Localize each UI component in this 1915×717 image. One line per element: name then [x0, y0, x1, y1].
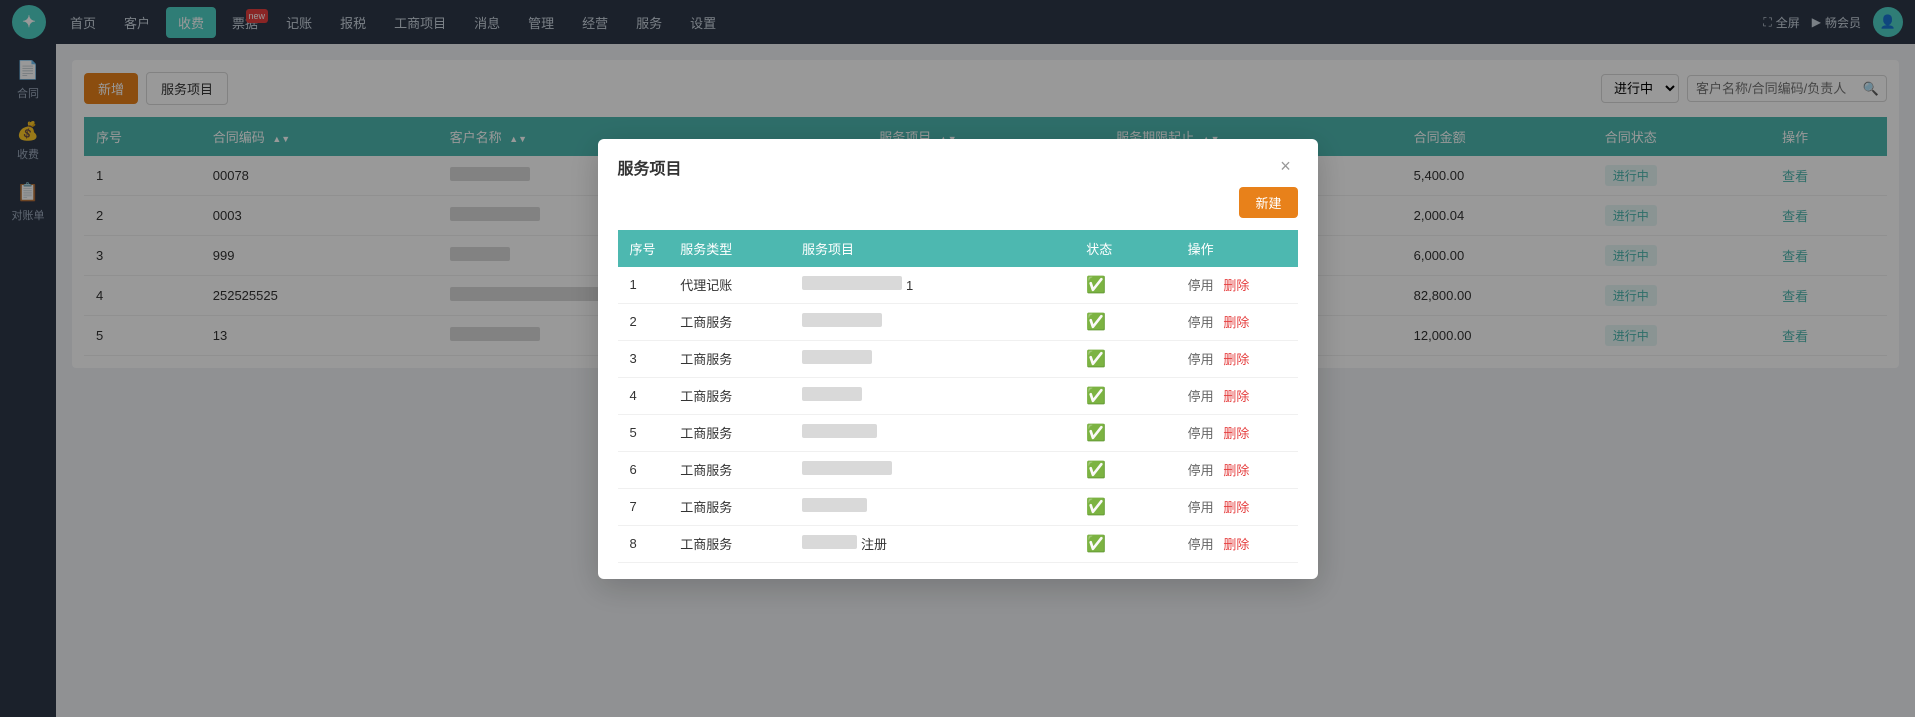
modal-cell-type: 工商服务	[668, 525, 790, 562]
modal-cell-status: ✅	[1074, 451, 1175, 488]
delete-button[interactable]: 删除	[1223, 463, 1249, 478]
modal-cell-status: ✅	[1074, 488, 1175, 525]
modal-cell-num: 3	[618, 340, 669, 377]
modal-cell-type: 代理记账	[668, 267, 790, 304]
modal-col-item: 服务项目	[790, 230, 1074, 267]
modal-cell-type: 工商服务	[668, 303, 790, 340]
modal-cell-type: 工商服务	[668, 414, 790, 451]
modal-cell-action: 停用 删除	[1176, 488, 1298, 525]
modal-col-type: 服务类型	[668, 230, 790, 267]
modal-table-row: 1 代理记账 1 ✅ 停用 删除	[618, 267, 1298, 304]
modal-cell-action: 停用 删除	[1176, 451, 1298, 488]
modal-title: 服务项目	[618, 155, 682, 179]
status-check-icon: ✅	[1086, 536, 1106, 553]
status-check-icon: ✅	[1086, 462, 1106, 479]
stop-button[interactable]: 停用	[1188, 537, 1214, 552]
delete-button[interactable]: 删除	[1223, 352, 1249, 367]
modal-cell-item	[790, 414, 1074, 451]
modal-cell-status: ✅	[1074, 414, 1175, 451]
stop-button[interactable]: 停用	[1188, 426, 1214, 441]
modal-table-row: 2 工商服务 ✅ 停用 删除	[618, 303, 1298, 340]
stop-button[interactable]: 停用	[1188, 389, 1214, 404]
modal-table-row: 5 工商服务 ✅ 停用 删除	[618, 414, 1298, 451]
modal-cell-type: 工商服务	[668, 451, 790, 488]
status-check-icon: ✅	[1086, 425, 1106, 442]
modal-cell-action: 停用 删除	[1176, 303, 1298, 340]
status-check-icon: ✅	[1086, 277, 1106, 294]
status-check-icon: ✅	[1086, 314, 1106, 331]
modal-cell-status: ✅	[1074, 267, 1175, 304]
modal-toolbar: 新建	[598, 187, 1318, 230]
modal-cell-item: 1	[790, 267, 1074, 304]
modal-cell-num: 6	[618, 451, 669, 488]
modal-cell-item	[790, 377, 1074, 414]
modal-table-row: 8 工商服务 注册 ✅ 停用 删除	[618, 525, 1298, 562]
modal-col-num: 序号	[618, 230, 669, 267]
modal-cell-type: 工商服务	[668, 377, 790, 414]
modal-cell-num: 7	[618, 488, 669, 525]
modal-cell-status: ✅	[1074, 303, 1175, 340]
modal-cell-num: 1	[618, 267, 669, 304]
modal-header: 服务项目 ×	[598, 139, 1318, 187]
modal-cell-item	[790, 451, 1074, 488]
modal-new-button[interactable]: 新建	[1239, 187, 1297, 218]
delete-button[interactable]: 删除	[1223, 500, 1249, 515]
stop-button[interactable]: 停用	[1188, 278, 1214, 293]
modal-body: 序号 服务类型 服务项目 状态 操作 1 代理记账 1 ✅ 停用 删除 2 工商…	[598, 230, 1318, 579]
status-check-icon: ✅	[1086, 388, 1106, 405]
stop-button[interactable]: 停用	[1188, 500, 1214, 515]
modal-cell-action: 停用 删除	[1176, 267, 1298, 304]
modal-table-row: 3 工商服务 ✅ 停用 删除	[618, 340, 1298, 377]
modal-cell-status: ✅	[1074, 525, 1175, 562]
modal-cell-num: 4	[618, 377, 669, 414]
status-check-icon: ✅	[1086, 499, 1106, 516]
modal-table-row: 6 工商服务 ✅ 停用 删除	[618, 451, 1298, 488]
modal-cell-num: 2	[618, 303, 669, 340]
modal-col-status: 状态	[1074, 230, 1175, 267]
modal-cell-action: 停用 删除	[1176, 525, 1298, 562]
stop-button[interactable]: 停用	[1188, 352, 1214, 367]
modal-cell-type: 工商服务	[668, 488, 790, 525]
modal-col-action: 操作	[1176, 230, 1298, 267]
modal-cell-type: 工商服务	[668, 340, 790, 377]
modal-cell-status: ✅	[1074, 377, 1175, 414]
stop-button[interactable]: 停用	[1188, 315, 1214, 330]
delete-button[interactable]: 删除	[1223, 315, 1249, 330]
modal-cell-num: 8	[618, 525, 669, 562]
modal-cell-item: 注册	[790, 525, 1074, 562]
service-modal: 服务项目 × 新建 序号 服务类型 服务项目 状态 操作 1 代理记账 1 ✅	[598, 139, 1318, 579]
delete-button[interactable]: 删除	[1223, 389, 1249, 404]
modal-cell-item	[790, 340, 1074, 377]
modal-cell-item	[790, 303, 1074, 340]
modal-close-button[interactable]: ×	[1274, 155, 1298, 179]
modal-table-row: 4 工商服务 ✅ 停用 删除	[618, 377, 1298, 414]
modal-table-row: 7 工商服务 ✅ 停用 删除	[618, 488, 1298, 525]
modal-cell-num: 5	[618, 414, 669, 451]
delete-button[interactable]: 删除	[1223, 537, 1249, 552]
status-check-icon: ✅	[1086, 351, 1106, 368]
delete-button[interactable]: 删除	[1223, 278, 1249, 293]
modal-cell-action: 停用 删除	[1176, 340, 1298, 377]
modal-cell-action: 停用 删除	[1176, 414, 1298, 451]
modal-cell-item	[790, 488, 1074, 525]
service-items-table: 序号 服务类型 服务项目 状态 操作 1 代理记账 1 ✅ 停用 删除 2 工商…	[618, 230, 1298, 563]
delete-button[interactable]: 删除	[1223, 426, 1249, 441]
modal-cell-status: ✅	[1074, 340, 1175, 377]
modal-cell-action: 停用 删除	[1176, 377, 1298, 414]
stop-button[interactable]: 停用	[1188, 463, 1214, 478]
